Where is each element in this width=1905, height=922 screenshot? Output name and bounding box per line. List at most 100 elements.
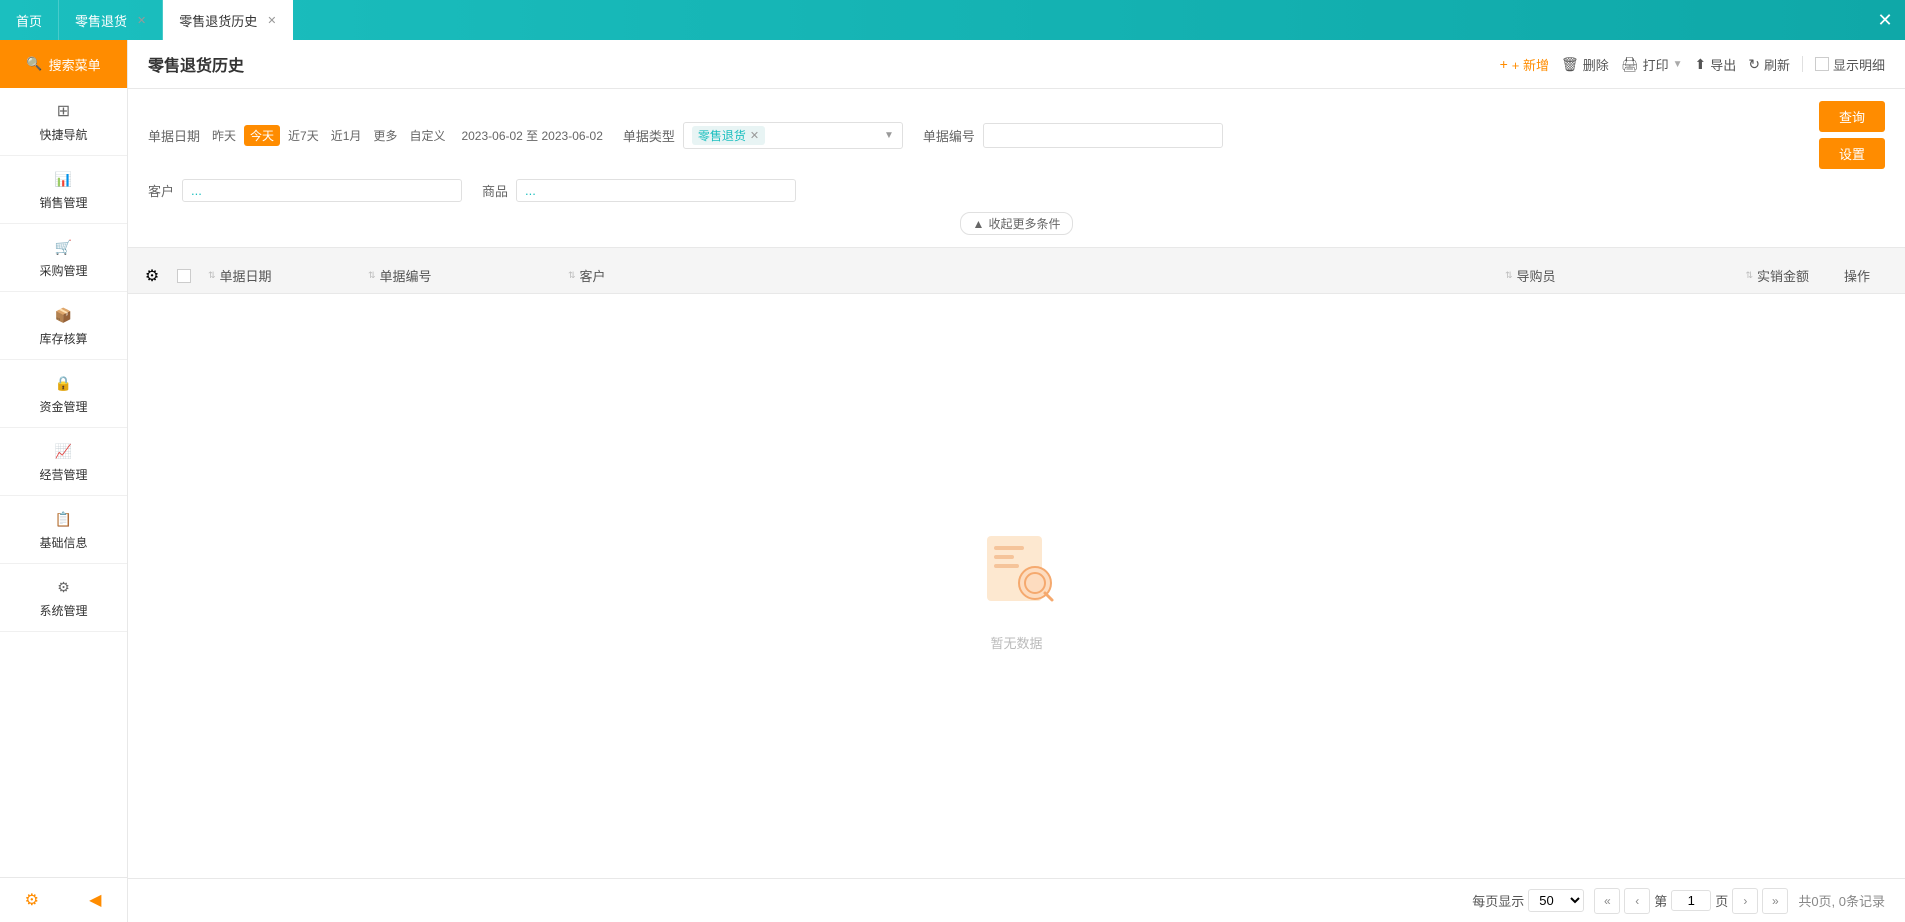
filter-area: 单据日期 昨天 今天 近7天 近1月 更多 自定义 2023-06-02 至 2… <box>128 89 1905 248</box>
export-button[interactable]: ⬆ 导出 <box>1694 55 1736 74</box>
sidebar-item-finance[interactable]: 🔒 资金管理 <box>0 360 127 428</box>
top-bar: 首页 零售退货 ✕ 零售退货历史 ✕ ✕ <box>0 0 1905 40</box>
th-guide-sort-icon: ⇅ <box>1505 270 1513 281</box>
toolbar-divider <box>1802 56 1803 72</box>
add-button[interactable]: + + 新增 <box>1500 55 1549 74</box>
date-custom[interactable]: 自定义 <box>405 125 449 146</box>
filter-row-2: 客户 ... 商品 ... <box>148 179 1885 202</box>
print-arrow-icon: ▼ <box>1673 59 1683 70</box>
voucher-no-group: 单据编号 <box>923 123 1223 148</box>
sidebar-item-system[interactable]: ⚙ 系统管理 <box>0 564 127 632</box>
customer-select[interactable]: ... <box>182 179 462 202</box>
main-layout: 🔍 搜索菜单 ⊞ 快捷导航 📊 销售管理 🛒 采购管理 📦 库存核算 🔒 资金管… <box>0 40 1905 922</box>
page-number-input[interactable] <box>1671 890 1711 911</box>
tab-retail-return-close[interactable]: ✕ <box>137 14 146 27</box>
finance-icon: 🔒 <box>53 372 75 394</box>
sidebar-item-quick-nav[interactable]: ⊞ 快捷导航 <box>0 88 127 156</box>
date-1month[interactable]: 近1月 <box>327 125 366 146</box>
sidebar-item-basic-info[interactable]: 📋 基础信息 <box>0 496 127 564</box>
th-voucher-no[interactable]: ⇅ 单据编号 <box>360 266 560 285</box>
date-today[interactable]: 今天 <box>244 125 280 146</box>
page-size-select: 每页显示 50 10 20 100 <box>1472 889 1584 912</box>
page-first-button[interactable]: « <box>1594 888 1620 914</box>
voucher-no-input[interactable] <box>983 123 1223 148</box>
search-menu[interactable]: 🔍 搜索菜单 <box>0 40 127 88</box>
th-voucher-sort-icon: ⇅ <box>368 270 376 281</box>
page-size-dropdown[interactable]: 50 10 20 100 <box>1528 889 1584 912</box>
page-next-button[interactable]: › <box>1732 888 1758 914</box>
sidebar-bottom: ⚙ ◀ <box>0 877 127 922</box>
delete-button[interactable]: 🗑 删除 <box>1561 55 1609 74</box>
th-amount[interactable]: ⇅ 实销金额 <box>1677 266 1817 285</box>
refresh-icon: ↻ <box>1748 56 1760 73</box>
date-more[interactable]: 更多 <box>369 125 401 146</box>
voucher-type-select[interactable]: 零售退货 ✕ ▼ <box>683 122 903 149</box>
sidebar-item-sales-mgmt[interactable]: 📊 销售管理 <box>0 156 127 224</box>
page-nav: « ‹ 第 页 › » <box>1594 888 1788 914</box>
window-close-button[interactable]: ✕ <box>1865 0 1905 40</box>
settings-button[interactable]: 设置 <box>1819 138 1885 169</box>
page-last-button[interactable]: » <box>1762 888 1788 914</box>
goods-filter-group: 商品 ... <box>482 179 796 202</box>
page-prev-button[interactable]: ‹ <box>1624 888 1650 914</box>
date-label: 单据日期 <box>148 126 200 145</box>
tab-retail-return[interactable]: 零售退货 ✕ <box>59 0 163 40</box>
customer-filter-group: 客户 ... <box>148 179 462 202</box>
voucher-type-tag-close[interactable]: ✕ <box>750 129 759 142</box>
operation-icon: 📈 <box>53 440 75 462</box>
sidebar-settings-button[interactable]: ⚙ <box>0 878 64 922</box>
export-icon: ⬆ <box>1694 56 1706 73</box>
voucher-type-arrow: ▼ <box>884 130 894 141</box>
voucher-type-group: 单据类型 零售退货 ✕ ▼ <box>623 122 903 149</box>
show-detail-checkbox[interactable] <box>1815 57 1829 71</box>
date-7days[interactable]: 近7天 <box>284 125 323 146</box>
goods-label: 商品 <box>482 181 508 200</box>
goods-select[interactable]: ... <box>516 179 796 202</box>
th-amount-sort-icon: ⇅ <box>1745 270 1753 281</box>
th-customer[interactable]: ⇅ 客户 <box>560 266 1497 285</box>
sidebar-item-inventory[interactable]: 📦 库存核算 <box>0 292 127 360</box>
collapse-row: ▲ 收起更多条件 <box>148 212 1885 235</box>
th-date[interactable]: ⇅ 单据日期 <box>200 266 360 285</box>
tab-retail-return-history[interactable]: 零售退货历史 ✕ <box>163 0 293 40</box>
date-filter-group: 单据日期 昨天 今天 近7天 近1月 更多 自定义 2023-06-02 至 2… <box>148 125 603 146</box>
table-header: ⚙ ⇅ 单据日期 ⇅ 单据编号 ⇅ 客户 ⇅ <box>128 258 1905 294</box>
search-icon: 🔍 <box>26 56 42 72</box>
customer-ellipsis[interactable]: ... <box>191 183 202 198</box>
query-button[interactable]: 查询 <box>1819 101 1885 132</box>
th-settings[interactable]: ⚙ <box>136 266 168 286</box>
date-yesterday[interactable]: 昨天 <box>208 125 240 146</box>
collapse-icon: ▲ <box>973 217 985 231</box>
voucher-type-label: 单据类型 <box>623 126 675 145</box>
table-body: 暂无数据 <box>128 294 1905 878</box>
date-shortcuts: 昨天 今天 近7天 近1月 更多 自定义 <box>208 125 449 146</box>
page-header: 零售退货历史 + + 新增 🗑 删除 🖨 打印 ▼ ⬆ 导出 <box>128 40 1905 89</box>
goods-ellipsis[interactable]: ... <box>525 183 536 198</box>
refresh-button[interactable]: ↻ 刷新 <box>1748 55 1790 74</box>
purchase-icon: 🛒 <box>53 236 75 258</box>
voucher-no-label: 单据编号 <box>923 126 975 145</box>
voucher-type-tag: 零售退货 ✕ <box>692 126 765 145</box>
table-area: ⚙ ⇅ 单据日期 ⇅ 单据编号 ⇅ 客户 ⇅ <box>128 258 1905 878</box>
th-checkbox[interactable] <box>168 269 200 283</box>
tab-home[interactable]: 首页 <box>0 0 59 40</box>
select-all-checkbox[interactable] <box>177 269 191 283</box>
toolbar: + + 新增 🗑 删除 🖨 打印 ▼ ⬆ 导出 ↻ <box>1500 55 1885 74</box>
page-title: 零售退货历史 <box>148 52 244 76</box>
sidebar-item-operation[interactable]: 📈 经营管理 <box>0 428 127 496</box>
filter-row-1: 单据日期 昨天 今天 近7天 近1月 更多 自定义 2023-06-02 至 2… <box>148 101 1885 169</box>
sidebar-item-purchase-mgmt[interactable]: 🛒 采购管理 <box>0 224 127 292</box>
empty-text: 暂无数据 <box>990 633 1042 652</box>
customer-label: 客户 <box>148 181 174 200</box>
print-icon: 🖨 <box>1621 56 1639 73</box>
th-date-sort-icon: ⇅ <box>208 270 216 281</box>
add-icon: + <box>1500 56 1508 72</box>
print-button[interactable]: 🖨 打印 ▼ <box>1621 55 1683 74</box>
collapse-button[interactable]: ▲ 收起更多条件 <box>960 212 1074 235</box>
th-action: 操作 <box>1817 266 1897 285</box>
inventory-icon: 📦 <box>53 304 75 326</box>
tab-retail-return-history-close[interactable]: ✕ <box>267 14 276 27</box>
show-detail-wrap: 显示明细 <box>1815 55 1885 74</box>
sidebar-collapse-button[interactable]: ◀ <box>64 878 128 922</box>
th-guide[interactable]: ⇅ 导购员 <box>1497 266 1677 285</box>
